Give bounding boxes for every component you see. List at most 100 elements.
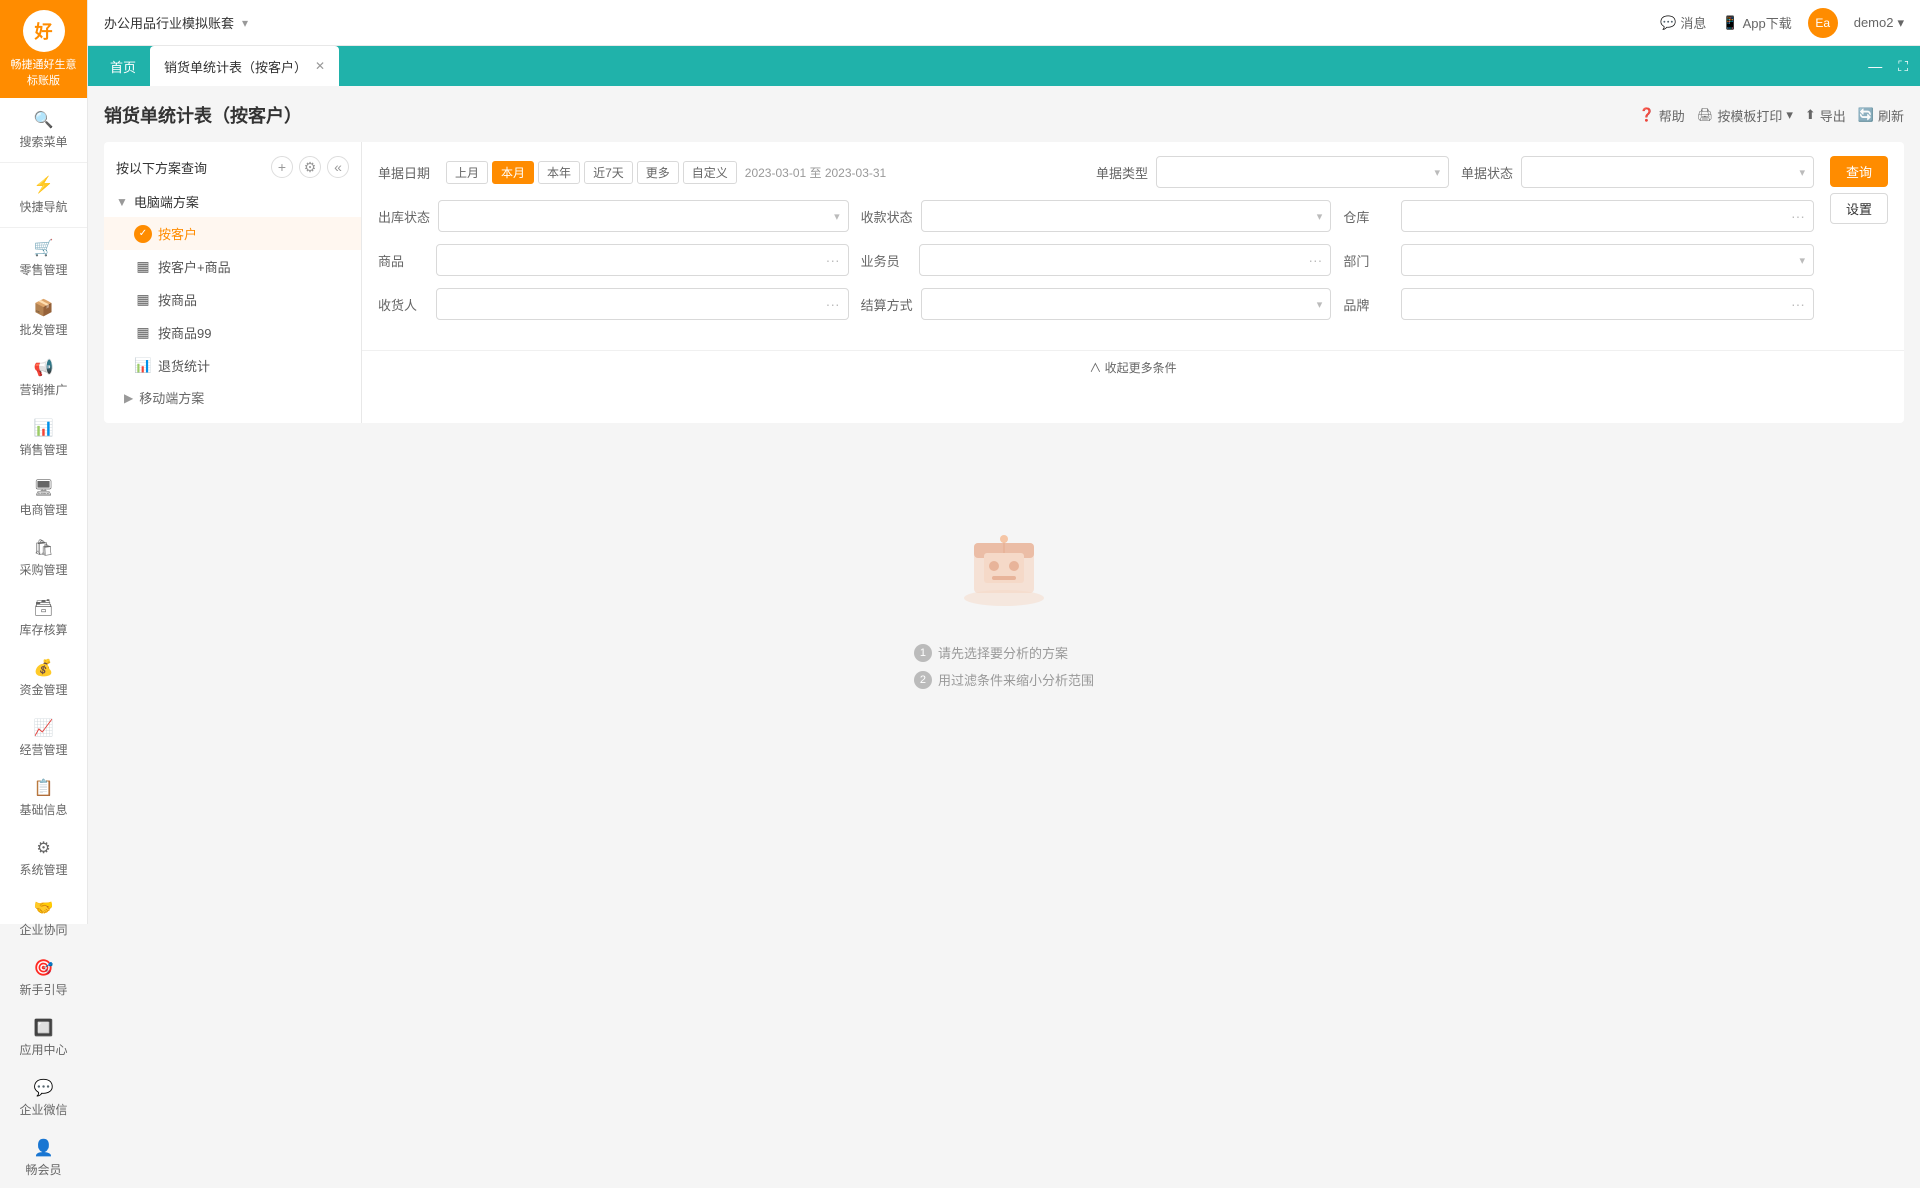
sidebar-item-inventory[interactable]: 🗃 库存核算 bbox=[0, 588, 87, 648]
scheme-group-desktop: ▼ 电脑端方案 ✓ 按客户 ▦ 按客户+商品 ▦ 按商品 bbox=[104, 186, 361, 382]
sidebar-item-app-center[interactable]: 🔲 应用中心 bbox=[0, 1008, 87, 1068]
query-btn[interactable]: 查询 bbox=[1830, 156, 1888, 187]
status-filter-field: 单据状态 ▾ bbox=[1461, 156, 1814, 188]
scheme-settings-btn[interactable]: ⚙ bbox=[299, 156, 321, 178]
sidebar-item-ecommerce[interactable]: 🖥 电商管理 bbox=[0, 468, 87, 528]
warehouse-dots-icon[interactable]: ··· bbox=[1791, 208, 1805, 224]
sidebar-item-sales[interactable]: 📊 销售管理 bbox=[0, 408, 87, 468]
staff-dots-icon[interactable]: ··· bbox=[1308, 252, 1322, 268]
date-btn-more[interactable]: 更多 bbox=[637, 161, 679, 184]
tab-minimize-icon[interactable]: — bbox=[1864, 54, 1886, 79]
warehouse-field: 仓库 ··· bbox=[1343, 200, 1814, 232]
out-arrow-icon: ▾ bbox=[834, 210, 840, 223]
sidebar-item-basic-info[interactable]: 📋 基础信息 bbox=[0, 768, 87, 828]
user-avatar[interactable]: Ea bbox=[1808, 8, 1838, 38]
sidebar-item-quick-nav[interactable]: ⚡ 快捷导航 bbox=[0, 163, 87, 228]
sidebar-item-label: 企业微信 bbox=[19, 1101, 67, 1118]
marketing-icon: 📢 bbox=[34, 358, 54, 378]
hint-text-2: 用过滤条件来缩小分析范围 bbox=[938, 670, 1094, 689]
sidebar-item-guide[interactable]: 🎯 新手引导 bbox=[0, 948, 87, 1008]
scheme-item-label: 按客户 bbox=[158, 224, 197, 243]
message-btn[interactable]: 💬 消息 bbox=[1660, 13, 1706, 32]
sidebar-item-finance[interactable]: 💰 资金管理 bbox=[0, 648, 87, 708]
sidebar: 好 畅捷通好生意 标账版 🔍 搜索菜单 ⚡ 快捷导航 🛒 零售管理 📦 批发管理… bbox=[0, 0, 88, 924]
tab-maximize-icon[interactable]: ⛶ bbox=[1894, 54, 1912, 79]
tab-close-icon[interactable]: ✕ bbox=[315, 59, 325, 73]
help-icon: ❓ bbox=[1639, 107, 1655, 123]
status-input[interactable]: ▾ bbox=[1521, 156, 1814, 188]
tab-home[interactable]: 首页 bbox=[96, 46, 150, 86]
filter-row-2: 出库状态 ▾ 收款状态 ▾ bbox=[378, 200, 1814, 232]
tab-sales-stats[interactable]: 销货单统计表（按客户） ✕ bbox=[150, 46, 339, 86]
staff-label: 业务员 bbox=[861, 251, 911, 270]
scheme-item-label: 按商品99 bbox=[158, 323, 211, 342]
sidebar-item-operations[interactable]: 📈 经营管理 bbox=[0, 708, 87, 768]
receiver-input[interactable]: ··· bbox=[436, 288, 849, 320]
help-label: 帮助 bbox=[1659, 106, 1685, 125]
dept-input[interactable]: ▾ bbox=[1401, 244, 1814, 276]
type-input[interactable]: ▾ bbox=[1156, 156, 1449, 188]
recv-arrow-icon: ▾ bbox=[1317, 210, 1323, 223]
group-expand-icon: ▼ bbox=[116, 195, 128, 209]
goods-dots-icon[interactable]: ··· bbox=[826, 252, 840, 268]
print-btn[interactable]: 🖨 按模板打印 ▾ bbox=[1697, 106, 1793, 125]
app-download-btn[interactable]: 📱 App下载 bbox=[1722, 13, 1791, 32]
scheme-item-customer-goods[interactable]: ▦ 按客户+商品 bbox=[104, 250, 361, 283]
scheme-item-by-customer[interactable]: ✓ 按客户 bbox=[104, 217, 361, 250]
recv-status-input[interactable]: ▾ bbox=[921, 200, 1332, 232]
sidebar-item-label: 库存核算 bbox=[19, 621, 67, 638]
out-status-input[interactable]: ▾ bbox=[438, 200, 849, 232]
export-btn[interactable]: ⬆ 导出 bbox=[1805, 106, 1846, 125]
settle-arrow-icon: ▾ bbox=[1317, 298, 1323, 311]
scheme-panel: 按以下方案查询 + ⚙ « ▼ 电脑端方案 ✓ 按客户 bbox=[104, 142, 362, 423]
warehouse-input[interactable]: ··· bbox=[1401, 200, 1814, 232]
sidebar-item-label: 零售管理 bbox=[19, 261, 67, 278]
staff-field: 业务员 ··· bbox=[861, 244, 1332, 276]
staff-input[interactable]: ··· bbox=[919, 244, 1332, 276]
scheme-item-return-stats[interactable]: 📊 退货统计 bbox=[104, 349, 361, 382]
sidebar-item-purchase[interactable]: 🛍 采购管理 bbox=[0, 528, 87, 588]
date-btn-last-7-days[interactable]: 近7天 bbox=[584, 161, 633, 184]
scheme-item-by-goods[interactable]: ▦ 按商品 bbox=[104, 283, 361, 316]
brand-dots-icon[interactable]: ··· bbox=[1791, 296, 1805, 312]
sidebar-item-wholesale[interactable]: 📦 批发管理 bbox=[0, 288, 87, 348]
date-btn-this-year[interactable]: 本年 bbox=[538, 161, 580, 184]
receiver-dots-icon[interactable]: ··· bbox=[826, 296, 840, 312]
sidebar-item-search[interactable]: 🔍 搜索菜单 bbox=[0, 98, 87, 163]
date-btn-last-month[interactable]: 上月 bbox=[446, 161, 488, 184]
refresh-btn[interactable]: 🔄 刷新 bbox=[1858, 106, 1904, 125]
goods-input[interactable]: ··· bbox=[436, 244, 849, 276]
sidebar-item-collab[interactable]: 🤝 企业协同 bbox=[0, 888, 87, 948]
scheme-add-btn[interactable]: + bbox=[271, 156, 293, 178]
scheme-group-header-desktop[interactable]: ▼ 电脑端方案 bbox=[104, 186, 361, 217]
scheme-item-by-goods99[interactable]: ▦ 按商品99 bbox=[104, 316, 361, 349]
user-name[interactable]: demo2 ▾ bbox=[1854, 15, 1904, 31]
app-logo[interactable]: 好 畅捷通好生意 标账版 bbox=[0, 0, 87, 98]
sidebar-item-label: 新手引导 bbox=[19, 981, 67, 998]
logo-subtext: 标账版 bbox=[27, 72, 60, 88]
settle-input[interactable]: ▾ bbox=[921, 288, 1332, 320]
help-btn[interactable]: ❓ 帮助 bbox=[1639, 106, 1685, 125]
date-btn-this-month[interactable]: 本月 bbox=[492, 161, 534, 184]
date-label: 单据日期 bbox=[378, 163, 430, 182]
export-icon: ⬆ bbox=[1805, 107, 1816, 123]
scheme-panel-actions: + ⚙ « bbox=[271, 156, 349, 178]
sidebar-item-marketing[interactable]: 📢 营销推广 bbox=[0, 348, 87, 408]
settings-btn[interactable]: 设置 bbox=[1830, 193, 1888, 224]
scheme-panel-header: 按以下方案查询 + ⚙ « bbox=[104, 152, 361, 186]
empty-hints: 1 请先选择要分析的方案 2 用过滤条件来缩小分析范围 bbox=[914, 643, 1094, 697]
scheme-group-header-mobile[interactable]: ▶ 移动端方案 bbox=[104, 382, 361, 413]
main-area: 办公用品行业模拟账套 ▾ 💬 消息 📱 App下载 Ea demo2 ▾ 首页 bbox=[88, 0, 1920, 924]
brand-input[interactable]: ··· bbox=[1401, 288, 1814, 320]
header-dropdown-icon[interactable]: ▾ bbox=[242, 16, 248, 30]
sidebar-item-system[interactable]: ⚙ 系统管理 bbox=[0, 828, 87, 888]
scheme-collapse-btn[interactable]: « bbox=[327, 156, 349, 178]
sidebar-item-wechat[interactable]: 💬 企业微信 bbox=[0, 1068, 87, 1128]
sidebar-item-members[interactable]: 👤 畅会员 bbox=[0, 1128, 87, 1188]
collapse-bar[interactable]: ∧ 收起更多条件 bbox=[362, 350, 1904, 384]
out-status-label: 出库状态 bbox=[378, 207, 430, 226]
sidebar-item-retail[interactable]: 🛒 零售管理 bbox=[0, 228, 87, 288]
date-btn-custom[interactable]: 自定义 bbox=[683, 161, 737, 184]
sidebar-item-label: 经营管理 bbox=[19, 741, 67, 758]
type-arrow-icon: ▾ bbox=[1434, 166, 1440, 179]
